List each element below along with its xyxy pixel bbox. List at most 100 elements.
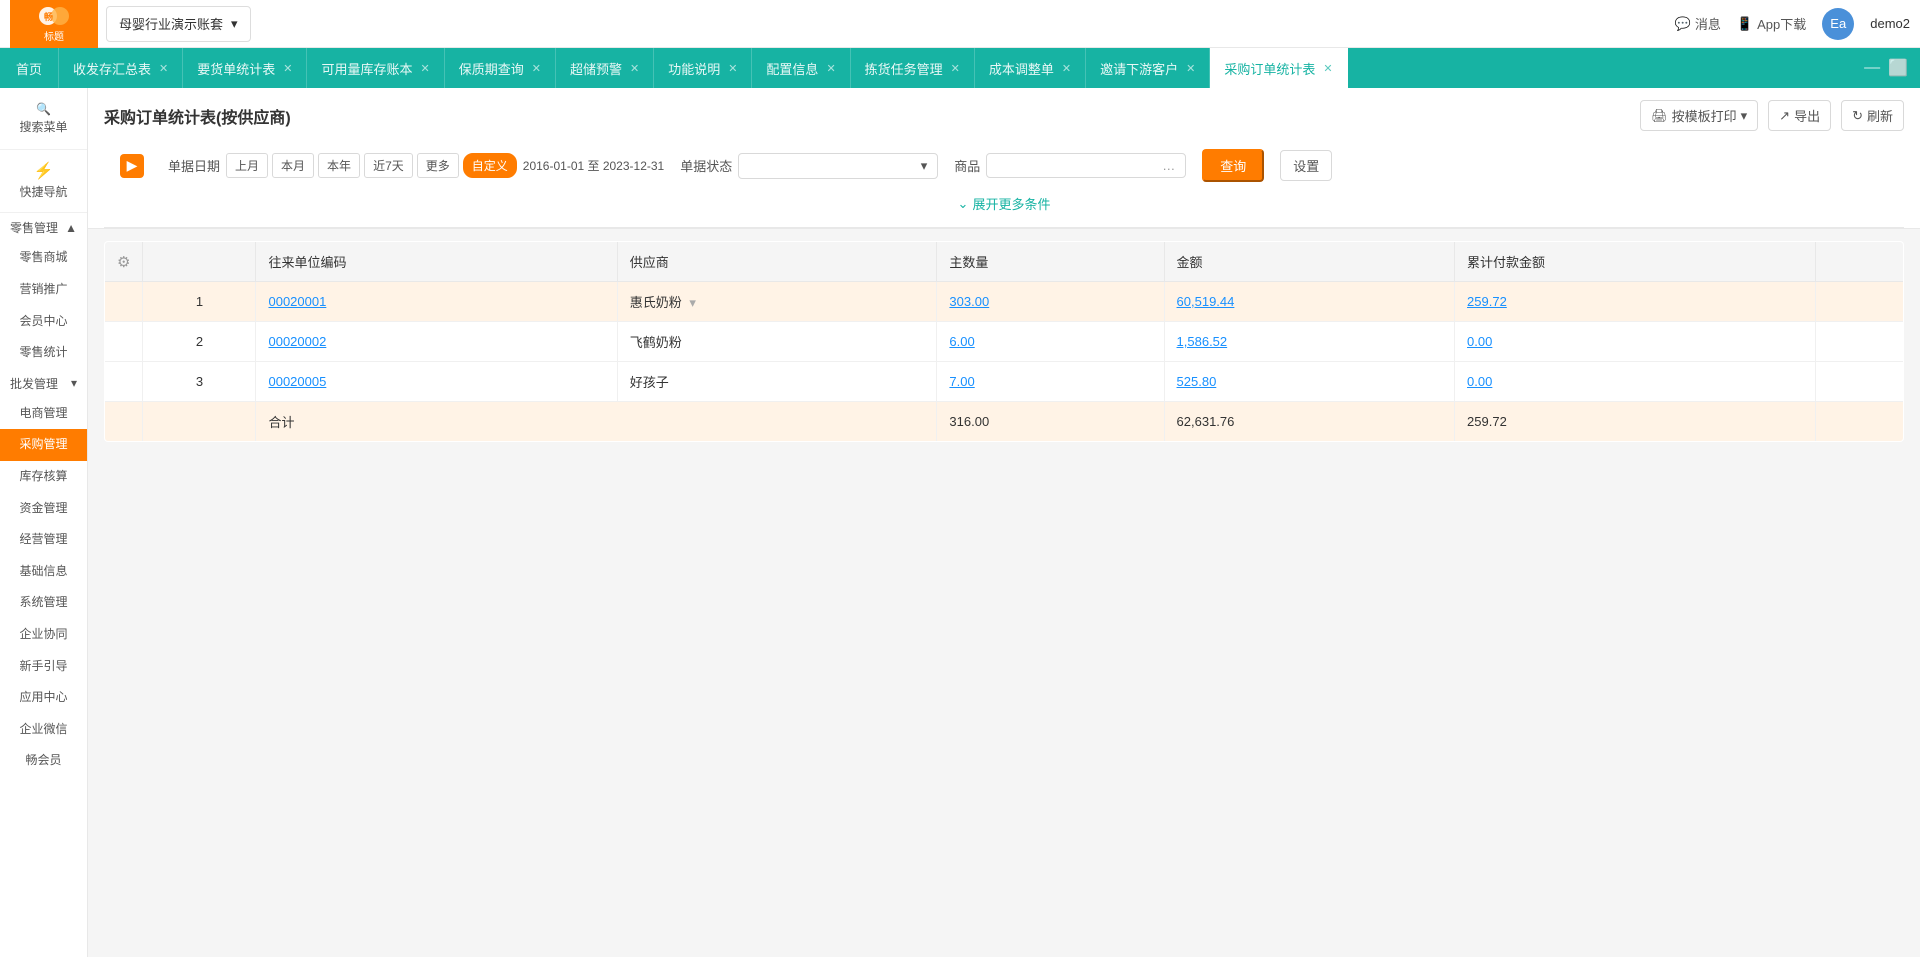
shortcut-icon: ⚡ [34, 162, 54, 183]
logo-icon: 畅 [38, 5, 70, 27]
tab-func-desc[interactable]: 功能说明 ✕ [654, 48, 752, 88]
sidebar-item-vip[interactable]: 畅会员 [0, 745, 87, 777]
date-btn-custom[interactable]: 自定义 [463, 153, 517, 178]
row-3-supplier: 好孩子 [617, 362, 937, 402]
sidebar-item-marketing[interactable]: 营销推广 [0, 274, 87, 306]
status-label: 单据状态 [680, 156, 732, 175]
sidebar-item-retail-mall[interactable]: 零售商城 [0, 242, 87, 274]
search-menu-btn[interactable]: 🔍 搜索菜单 [6, 96, 81, 141]
page-title: 采购订单统计表(按供应商) [104, 104, 291, 128]
expand-icon[interactable]: ▾ [689, 295, 696, 310]
sidebar-item-base-info[interactable]: 基础信息 [0, 556, 87, 588]
goods-input[interactable]: … [986, 153, 1186, 178]
status-select[interactable]: ▾ [738, 153, 938, 179]
print-btn[interactable]: 🖨 按模板打印 ▾ [1640, 100, 1758, 131]
logo[interactable]: 畅 标题 [10, 0, 98, 48]
gear-icon[interactable]: ⚙ [117, 254, 130, 271]
date-btn-this-year[interactable]: 本年 [318, 153, 360, 178]
sidebar-item-enterprise-wx[interactable]: 企业微信 [0, 714, 87, 746]
tab-warranty[interactable]: 保质期查询 ✕ [445, 48, 556, 88]
sidebar-item-enterprise[interactable]: 企业协同 [0, 619, 87, 651]
sidebar-item-finance[interactable]: 资金管理 [0, 493, 87, 525]
row-2-seq: 2 [143, 322, 256, 362]
sidebar-item-operations[interactable]: 经营管理 [0, 524, 87, 556]
message-icon: 💬 [1675, 16, 1691, 32]
row-2-paid: 0.00 [1455, 322, 1816, 362]
sidebar-search-section: 🔍 搜索菜单 [0, 88, 87, 150]
tab-available-inventory[interactable]: 可用量库存账本 ✕ [307, 48, 444, 88]
sidebar-item-member[interactable]: 会员中心 [0, 306, 87, 338]
refresh-btn[interactable]: ↻ 刷新 [1841, 100, 1904, 131]
row-1-supplier: 惠氏奶粉 ▾ [617, 282, 937, 322]
tab-config[interactable]: 配置信息 ✕ [752, 48, 850, 88]
close-icon[interactable]: ✕ [532, 62, 541, 75]
date-btn-7days[interactable]: 近7天 [364, 153, 413, 178]
date-btn-more[interactable]: 更多 [417, 153, 459, 178]
close-icon[interactable]: ✕ [951, 62, 960, 75]
tab-receive[interactable]: 收发存汇总表 ✕ [59, 48, 183, 88]
minimize-icon[interactable]: — [1864, 59, 1880, 77]
close-icon[interactable]: ✕ [1323, 62, 1332, 75]
close-icon[interactable]: ✕ [728, 62, 737, 75]
row-3-paid: 0.00 [1455, 362, 1816, 402]
col-header-settings: ⚙ [105, 242, 143, 282]
date-quick-btns: 上月 本月 本年 近7天 更多 自定义 [226, 153, 517, 178]
tab-home[interactable]: 首页 [0, 48, 59, 88]
sidebar-item-wholesale[interactable]: 批发管理 ▾ [0, 369, 87, 398]
close-icon[interactable]: ✕ [1062, 62, 1071, 75]
row-3-qty: 7.00 [937, 362, 1164, 402]
close-icon[interactable]: ✕ [421, 62, 430, 75]
nav-tab-controls: — ⬜ [1852, 58, 1920, 78]
content-area: 采购订单统计表(按供应商) 🖨 按模板打印 ▾ ↗ 导出 ↻ [88, 88, 1920, 957]
app-download-btn[interactable]: 📱 App下载 [1737, 14, 1806, 33]
tab-invite-downstream[interactable]: 邀请下游客户 ✕ [1086, 48, 1210, 88]
tab-overstock[interactable]: 超储预警 ✕ [556, 48, 654, 88]
shortcut-section: ⚡ 快捷导航 [0, 150, 87, 213]
workspace-label: 母婴行业演示账套 [119, 14, 223, 33]
settings-btn[interactable]: 设置 [1280, 150, 1332, 181]
search-icon: 🔍 [36, 102, 51, 116]
export-btn[interactable]: ↗ 导出 [1768, 100, 1831, 131]
close-icon[interactable]: ✕ [159, 62, 168, 75]
close-icon[interactable]: ✕ [826, 62, 835, 75]
row-3-settings [105, 362, 143, 402]
sidebar-item-inventory[interactable]: 库存核算 [0, 461, 87, 493]
sidebar-item-retail-stats[interactable]: 零售统计 [0, 337, 87, 369]
table-row: 2 00020002 飞鹤奶粉 6.00 1,586.52 0.00 [105, 322, 1904, 362]
logo-text: 标题 [44, 28, 64, 43]
filter-area: ▶ 单据日期 上月 本月 本年 近7天 更多 自定义 2016-0 [104, 139, 1904, 228]
close-icon[interactable]: ✕ [1186, 62, 1195, 75]
table-footer-row: 合计 316.00 62,631.76 259.72 [105, 402, 1904, 442]
sidebar-item-retail[interactable]: 零售管理 ▲ [0, 213, 87, 242]
tab-goods-stats[interactable]: 要货单统计表 ✕ [183, 48, 307, 88]
chevron-down-icon: ▾ [71, 376, 77, 390]
tab-purchase-stats[interactable]: 采购订单统计表 ✕ [1210, 48, 1347, 88]
expand-row: ⌄ 展开更多条件 [120, 190, 1888, 217]
sidebar-item-shortcut[interactable]: ⚡ 快捷导航 [0, 154, 87, 208]
sidebar-item-system[interactable]: 系统管理 [0, 587, 87, 619]
row-1-seq: 1 [143, 282, 256, 322]
sidebar-item-app-center[interactable]: 应用中心 [0, 682, 87, 714]
date-btn-this-month[interactable]: 本月 [272, 153, 314, 178]
row-2-qty: 6.00 [937, 322, 1164, 362]
close-icon[interactable]: ✕ [630, 62, 639, 75]
message-btn[interactable]: 💬 消息 [1675, 14, 1721, 33]
tab-cost-adj[interactable]: 成本调整单 ✕ [975, 48, 1086, 88]
svg-text:畅: 畅 [44, 11, 53, 22]
row-1-paid: 259.72 [1455, 282, 1816, 322]
sidebar: 🔍 搜索菜单 ⚡ 快捷导航 零售管理 ▲ 零售商城 营销推广 会 [0, 88, 88, 957]
close-icon[interactable]: ✕ [283, 62, 292, 75]
sidebar-item-ecommerce[interactable]: 电商管理 [0, 398, 87, 430]
query-btn[interactable]: 查询 [1202, 149, 1264, 182]
maximize-icon[interactable]: ⬜ [1888, 58, 1908, 78]
sidebar-item-newbie[interactable]: 新手引导 [0, 651, 87, 683]
expand-conditions-btn[interactable]: ⌄ 展开更多条件 [950, 190, 1059, 217]
chevron-down-icon: ▾ [1741, 108, 1748, 124]
date-btn-last-month[interactable]: 上月 [226, 153, 268, 178]
workspace-selector[interactable]: 母婴行业演示账套 ▾ [106, 6, 251, 42]
tab-picking[interactable]: 拣货任务管理 ✕ [851, 48, 975, 88]
toggle-filter-btn[interactable]: ▶ [120, 154, 144, 178]
row-1-extra [1816, 282, 1904, 322]
user-name[interactable]: demo2 [1870, 16, 1910, 31]
sidebar-item-purchase[interactable]: 采购管理 [0, 429, 87, 461]
